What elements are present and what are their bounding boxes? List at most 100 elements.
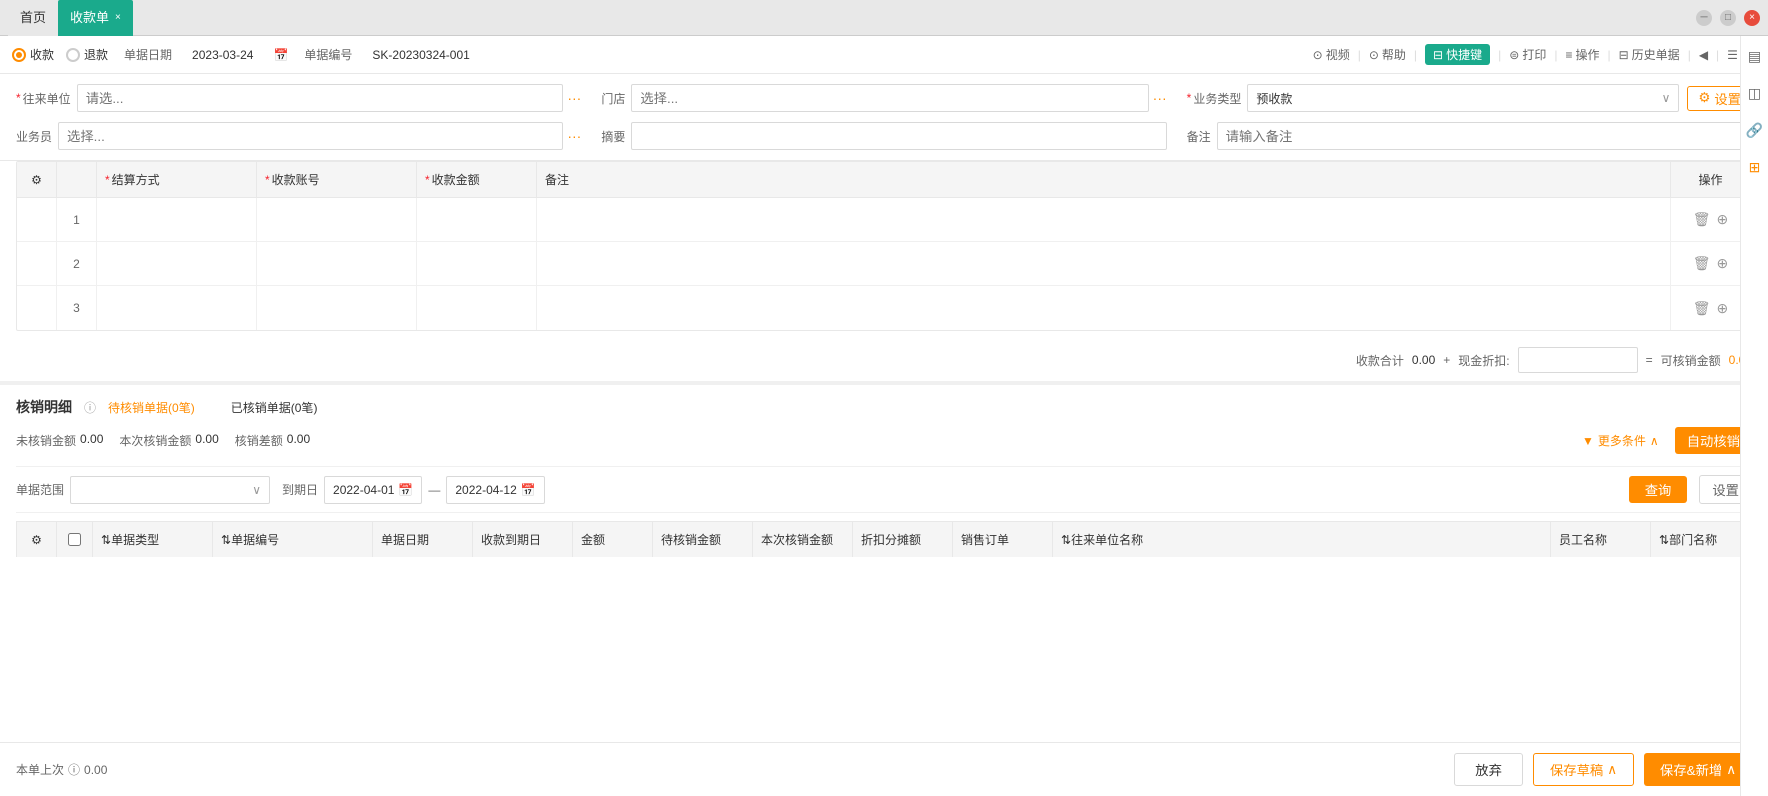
rec-th-current: 本次核销金额 xyxy=(753,522,853,557)
td-jiesuan-1[interactable] xyxy=(97,198,257,241)
rec-th-check[interactable] xyxy=(57,522,93,557)
td-amount-3[interactable] xyxy=(417,286,537,330)
th-gear[interactable]: ⚙ xyxy=(17,162,57,197)
range-select[interactable]: ∨ xyxy=(70,476,270,504)
table-header: ⚙ *结算方式 *收款账号 *收款金额 备注 操作 xyxy=(17,162,1751,198)
td-num-1: 1 xyxy=(57,198,97,241)
save-new-button[interactable]: 保存&新增 ∧ xyxy=(1644,753,1752,786)
kuaijian-btn[interactable]: ⊟ 快捷键 xyxy=(1425,44,1490,65)
bottom-bar: 本单上次 ⓘ 0.00 放弃 保存草稿 ∧ 保存&新增 ∧ xyxy=(0,742,1768,796)
calendar-icon[interactable]: 📅 xyxy=(273,48,288,62)
due-date-start[interactable]: 2022-04-01 📅 xyxy=(324,476,422,504)
range-filter-field: 单据范围 ∨ xyxy=(16,476,270,504)
td-amount-2[interactable] xyxy=(417,242,537,285)
minimize-button[interactable]: ─ xyxy=(1696,10,1712,26)
staff-more-btn[interactable]: ··· xyxy=(567,128,581,144)
rec-th-gear[interactable]: ⚙ xyxy=(17,522,57,557)
reconcile-title: 核销明细 xyxy=(16,397,72,417)
save-draft-arrow-icon: ∧ xyxy=(1607,762,1617,778)
unverified-value: 0.00 xyxy=(80,432,103,449)
toolbar-actions: ⊙ 视频 | ⊙ 帮助 | ⊟ 快捷键 | ⊜ 打印 | ≡ 操作 | ⊟ 历史… xyxy=(1313,44,1756,65)
td-account-1[interactable] xyxy=(257,198,417,241)
th-remark: 备注 xyxy=(537,162,1671,197)
remark-input[interactable] xyxy=(1217,122,1752,150)
td-remark-2[interactable] xyxy=(537,242,1671,285)
biz-type-select[interactable]: 预收款 ∨ xyxy=(1247,84,1679,112)
delete-icon-2[interactable]: 🗑 xyxy=(1693,255,1711,272)
abandon-button[interactable]: 放弃 xyxy=(1454,753,1523,786)
right-panel-icon-1[interactable]: ▤ xyxy=(1744,44,1765,69)
td-amount-1[interactable] xyxy=(417,198,537,241)
history-btn[interactable]: ⊟ 历史单据 xyxy=(1619,46,1680,63)
reconcile-section: 核销明细 ⓘ 待核销单据(0笔) 已核销单据(0笔) 未核销金额 0.00 本次… xyxy=(0,381,1768,742)
th-amount: *收款金额 xyxy=(417,162,537,197)
copy-icon-2[interactable]: ⊕ xyxy=(1717,255,1729,272)
shop-more-btn[interactable]: ··· xyxy=(1153,90,1167,106)
more-conditions-btn[interactable]: ▼ 更多条件 ∧ xyxy=(1582,432,1659,449)
delete-icon-3[interactable]: 🗑 xyxy=(1693,300,1711,317)
form-row-1: * 往来单位 ··· 门店 ··· * 业务类型 预收款 ∨ ⚙ xyxy=(16,84,1752,112)
bottom-value: 0.00 xyxy=(84,763,107,777)
video-btn[interactable]: ⊙ 视频 xyxy=(1313,46,1350,63)
th-account: *收款账号 xyxy=(257,162,417,197)
help-btn[interactable]: ⊙ 帮助 xyxy=(1369,46,1406,63)
done-tab-btn[interactable]: 已核销单据(0笔) xyxy=(231,399,318,416)
receipt-type-radio-group: 收款 退款 xyxy=(12,46,108,63)
close-button[interactable]: × xyxy=(1744,10,1760,26)
from-more-btn[interactable]: ··· xyxy=(567,90,581,106)
current-value: 0.00 xyxy=(195,432,218,449)
copy-icon-1[interactable]: ⊕ xyxy=(1717,211,1729,228)
right-panel-icon-2[interactable]: ◫ xyxy=(1744,81,1765,106)
tab-home-label: 首页 xyxy=(20,0,46,36)
nav-list-icon[interactable]: ☰ xyxy=(1727,48,1738,62)
td-remark-3[interactable] xyxy=(537,286,1671,330)
tab-close-icon[interactable]: × xyxy=(115,0,121,36)
nav-prev-icon[interactable]: ◀ xyxy=(1699,48,1708,62)
td-jiesuan-2[interactable] xyxy=(97,242,257,285)
discount-input[interactable] xyxy=(1518,347,1638,373)
shop-input[interactable] xyxy=(631,84,1148,112)
staff-input[interactable] xyxy=(58,122,563,150)
due-date-field: 到期日 2022-04-01 📅 — 2022-04-12 📅 xyxy=(282,476,545,504)
td-account-3[interactable] xyxy=(257,286,417,330)
save-draft-button[interactable]: 保存草稿 ∧ xyxy=(1533,753,1634,786)
total-label: 收款合计 xyxy=(1356,352,1404,369)
right-panel: ▤ ◫ 🔗 ⊞ xyxy=(1740,36,1768,796)
delete-icon-1[interactable]: 🗑 xyxy=(1693,211,1711,228)
maximize-button[interactable]: □ xyxy=(1720,10,1736,26)
due-label: 到期日 xyxy=(282,481,318,498)
query-button[interactable]: 查询 xyxy=(1629,476,1688,503)
sort-icon: ⇅ xyxy=(101,533,111,547)
gear-icon: ⚙ xyxy=(1698,90,1710,106)
reconcile-info-icon[interactable]: ⓘ xyxy=(84,399,96,416)
rec-select-all-checkbox[interactable] xyxy=(68,533,81,546)
rec-th-discount: 折扣分摊额 xyxy=(853,522,953,557)
due-date-end[interactable]: 2022-04-12 📅 xyxy=(446,476,544,504)
rec-table-header: ⚙ ⇅单据类型 ⇅单据编号 单据日期 收款到期日 金额 待核销金额 本次核销金额… xyxy=(16,521,1752,557)
td-remark-1[interactable] xyxy=(537,198,1671,241)
radio-shoukuan-label: 收款 xyxy=(30,46,54,63)
operate-btn[interactable]: ≡ 操作 xyxy=(1565,46,1599,63)
window-controls: ─ □ × xyxy=(1696,10,1760,26)
th-jiesuan: *结算方式 xyxy=(97,162,257,197)
reconcile-stats: 未核销金额 0.00 本次核销金额 0.00 核销差额 0.00 ▼ 更多条件 … xyxy=(16,427,1752,454)
summary-label: 摘要 xyxy=(601,128,625,145)
summary-input[interactable] xyxy=(631,122,1166,150)
td-jiesuan-3[interactable] xyxy=(97,286,257,330)
eq-sign: = xyxy=(1646,353,1653,367)
right-panel-icon-4[interactable]: ⊞ xyxy=(1745,155,1765,180)
radio-tuikuan[interactable]: 退款 xyxy=(66,46,108,63)
plus-sign: + xyxy=(1443,353,1450,367)
radio-shoukuan[interactable]: 收款 xyxy=(12,46,54,63)
print-btn[interactable]: ⊜ 打印 xyxy=(1509,46,1546,63)
info-icon[interactable]: ⓘ xyxy=(68,761,80,778)
right-panel-icon-3[interactable]: 🔗 xyxy=(1742,118,1767,143)
copy-icon-3[interactable]: ⊕ xyxy=(1717,300,1729,317)
td-account-2[interactable] xyxy=(257,242,417,285)
tab-active[interactable]: 收款单 × xyxy=(58,0,133,36)
tab-home[interactable]: 首页 xyxy=(8,0,58,36)
from-input[interactable] xyxy=(77,84,564,112)
table-row: 3 🗑 ⊕ xyxy=(17,286,1751,330)
reconcile-header: 核销明细 ⓘ 待核销单据(0笔) 已核销单据(0笔) xyxy=(16,397,1752,417)
pending-tab-btn[interactable]: 待核销单据(0笔) xyxy=(108,399,195,416)
